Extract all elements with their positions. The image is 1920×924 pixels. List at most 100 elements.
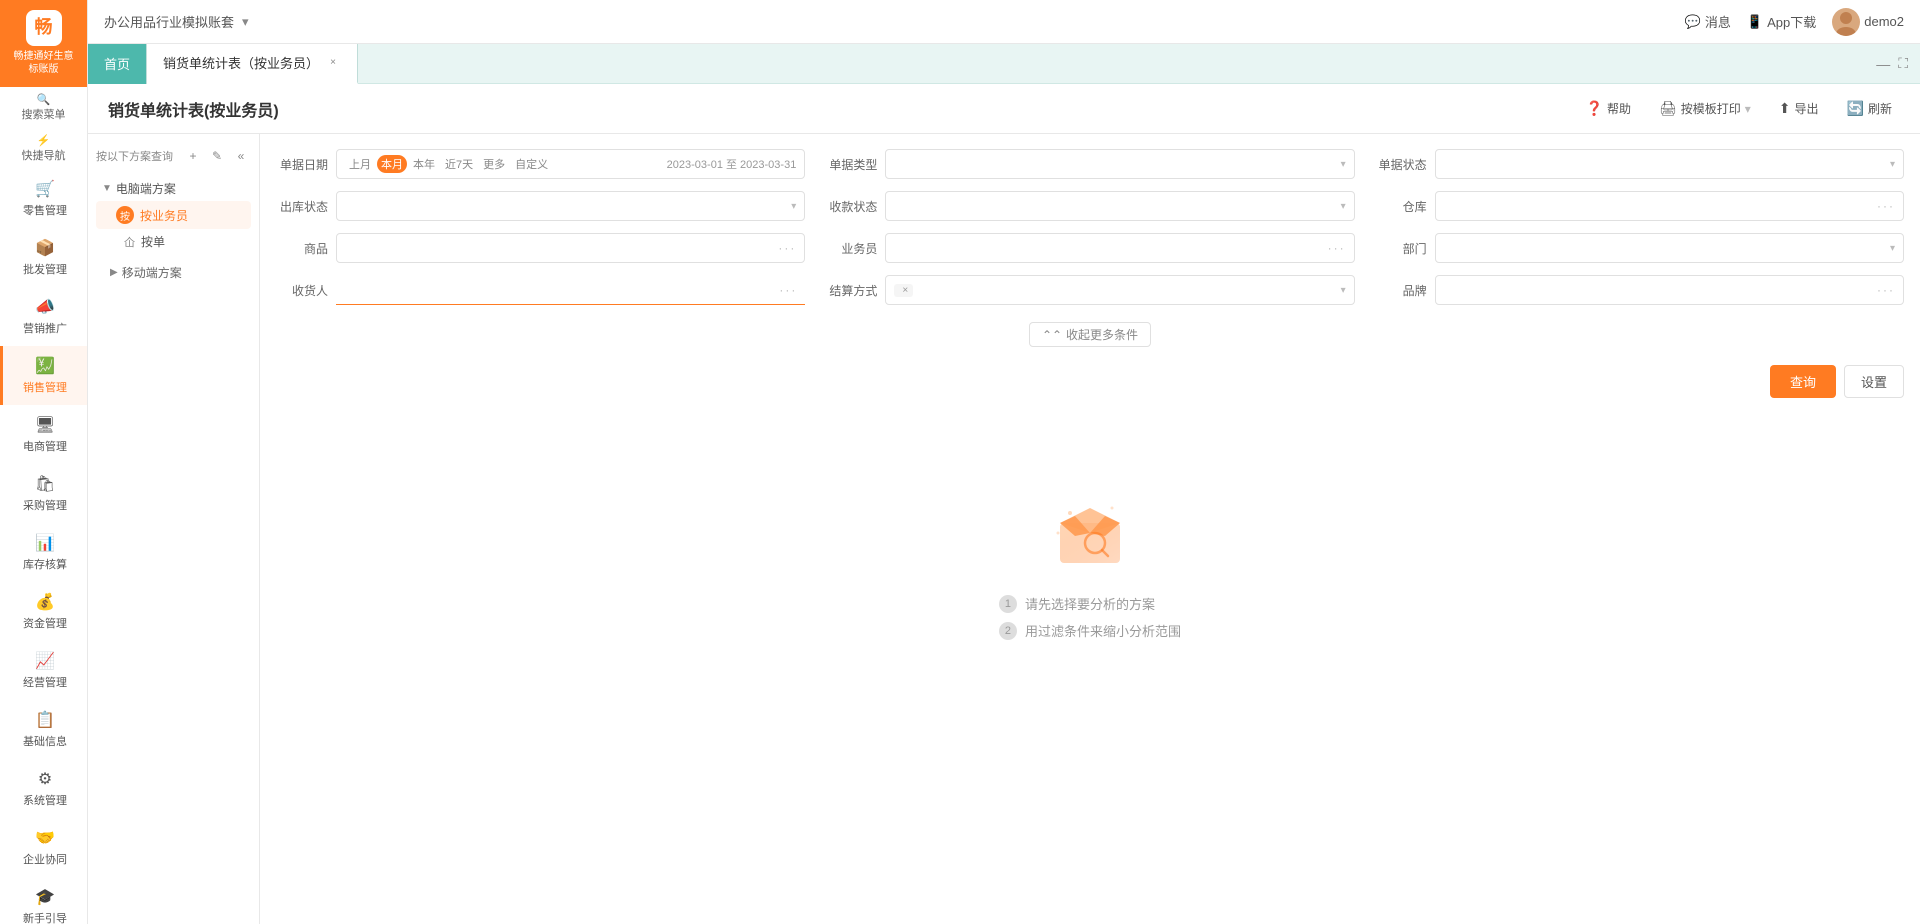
- sidebar-item-basic[interactable]: 📋 基础信息: [0, 700, 87, 759]
- newbie-icon: 🎓: [35, 887, 55, 907]
- date-range-text: 2023-03-01 至 2023-03-31: [667, 156, 797, 172]
- scheme-item-by-order[interactable]: 仚 按单: [96, 229, 251, 254]
- date-tab-thisyear[interactable]: 本年: [409, 155, 439, 173]
- filter-doc-type: 单据类型 ▾: [825, 148, 1354, 180]
- doc-type-control[interactable]: ▾: [885, 149, 1354, 179]
- tab-maximize-icon[interactable]: ⛶: [1898, 55, 1908, 72]
- user-menu[interactable]: demo2: [1832, 8, 1904, 36]
- salesperson-label: 业务员: [825, 240, 877, 257]
- filter-warehouse: 仓库 ···: [1375, 190, 1904, 222]
- sidebar-item-system[interactable]: ⚙ 系统管理: [0, 759, 87, 818]
- collapse-up-icon: ⌃⌃: [1042, 328, 1062, 342]
- purchase-label: 采购管理: [23, 497, 67, 513]
- date-tab-lastmonth[interactable]: 上月: [345, 155, 375, 173]
- settlement-x-icon[interactable]: ×: [902, 285, 908, 296]
- ecommerce-label: 电商管理: [23, 438, 67, 454]
- tab-close-icon[interactable]: ×: [325, 55, 341, 71]
- collapse-btn-label: 收起更多条件: [1066, 326, 1138, 343]
- date-tab-thismonth[interactable]: 本月: [377, 155, 407, 173]
- scheme-group-mobile-label: 移动端方案: [122, 264, 182, 281]
- settings-btn[interactable]: 设置: [1844, 365, 1904, 398]
- print-btn[interactable]: 🖨 按模板打印 ▾: [1651, 96, 1759, 121]
- sidebar-item-retail[interactable]: 🛒 零售管理: [0, 169, 87, 228]
- app-download-btn[interactable]: 📱 App下载: [1747, 12, 1816, 31]
- filter-recipient: 收货人 ···: [276, 274, 805, 306]
- settlement-control[interactable]: × ▾: [885, 275, 1354, 305]
- edit-scheme-btn[interactable]: ✎: [207, 146, 227, 166]
- date-label: 单据日期: [276, 156, 328, 173]
- topbar: 办公用品行业模拟账套 ▾ 💬 消息 📱 App下载 demo2: [88, 0, 1920, 44]
- dropdown-icon[interactable]: ▾: [242, 14, 249, 30]
- inventory-label: 库存核算: [23, 556, 67, 572]
- date-tab-custom[interactable]: 自定义: [511, 155, 552, 173]
- action-bar: 查询 设置: [276, 365, 1904, 398]
- help-btn[interactable]: ❓ 帮助: [1578, 96, 1639, 121]
- scheme-group-mobile-header[interactable]: ▶ 移动端方案: [96, 260, 251, 285]
- refresh-btn[interactable]: 🔄 刷新: [1839, 96, 1900, 121]
- topbar-left: 办公用品行业模拟账套 ▾: [104, 12, 249, 31]
- scheme-salesperson-label: 按业务员: [140, 207, 188, 224]
- settlement-chevron-icon: ▾: [1341, 285, 1346, 296]
- settlement-label: 结算方式: [825, 282, 877, 299]
- sidebar-item-quick[interactable]: ⚡ 快捷导航: [0, 128, 87, 169]
- salesperson-control[interactable]: ···: [885, 233, 1354, 263]
- company-name: 办公用品行业模拟账套: [104, 12, 234, 31]
- tab-home-label: 首页: [104, 54, 130, 73]
- scheme-group-pc-header[interactable]: ▼ 电脑端方案: [96, 176, 251, 201]
- left-panel-header: 按以下方案查询 + ✎ «: [96, 146, 251, 166]
- sidebar-item-purchase[interactable]: 🛍 采购管理: [0, 464, 87, 523]
- sidebar-item-newbie[interactable]: 🎓 新手引导: [0, 877, 87, 924]
- sidebar-item-sales[interactable]: 💹 销售管理: [0, 346, 87, 405]
- sidebar-item-marketing[interactable]: 📣 营销推广: [0, 287, 87, 346]
- out-status-control[interactable]: ▾: [336, 191, 805, 221]
- warehouse-control[interactable]: ···: [1435, 191, 1904, 221]
- tab-sales-stats-label: 销货单统计表（按业务员）: [163, 53, 319, 72]
- scheme-item-salesperson[interactable]: 按 按业务员: [96, 201, 251, 229]
- empty-tips: 1 请先选择要分析的方案 2 用过滤条件来缩小分析范围: [999, 594, 1181, 640]
- message-btn[interactable]: 💬 消息: [1685, 12, 1731, 31]
- tab-sales-stats[interactable]: 销货单统计表（按业务员） ×: [147, 44, 358, 84]
- department-control[interactable]: ▾: [1435, 233, 1904, 263]
- tab-home[interactable]: 首页: [88, 44, 147, 84]
- sidebar-item-wholesale[interactable]: 📦 批发管理: [0, 228, 87, 287]
- retail-icon: 🛒: [35, 179, 55, 199]
- filter-out-status: 出库状态 ▾: [276, 190, 805, 222]
- receive-status-control[interactable]: ▾: [885, 191, 1354, 221]
- sidebar-item-search[interactable]: 🔍 搜索菜单: [0, 87, 87, 128]
- tab-minimize-icon[interactable]: —: [1876, 56, 1890, 72]
- sidebar-item-ecommerce[interactable]: 🖥 电商管理: [0, 405, 87, 464]
- operations-label: 经营管理: [23, 674, 67, 690]
- sidebar-item-enterprise[interactable]: 🤝 企业协同: [0, 818, 87, 877]
- finance-label: 资金管理: [23, 615, 67, 631]
- collapse-panel-btn[interactable]: «: [231, 146, 251, 166]
- wholesale-label: 批发管理: [23, 261, 67, 277]
- help-icon: ❓: [1586, 100, 1603, 117]
- out-status-label: 出库状态: [276, 198, 328, 215]
- settlement-tag: ×: [894, 284, 913, 297]
- date-tab-7days[interactable]: 近7天: [441, 155, 477, 173]
- content-area: 按以下方案查询 + ✎ «: [88, 134, 1920, 924]
- retail-label: 零售管理: [23, 202, 67, 218]
- doc-status-control[interactable]: ▾: [1435, 149, 1904, 179]
- brand-control[interactable]: ···: [1435, 275, 1904, 305]
- sidebar-item-operations[interactable]: 📈 经营管理: [0, 641, 87, 700]
- sidebar-item-inventory[interactable]: 📊 库存核算: [0, 523, 87, 582]
- export-btn[interactable]: ⬆ 导出: [1771, 96, 1827, 121]
- system-label: 系统管理: [23, 792, 67, 808]
- recipient-control[interactable]: ···: [336, 275, 805, 305]
- scheme-group-pc-label: 电脑端方案: [116, 180, 176, 197]
- query-btn[interactable]: 查询: [1770, 365, 1836, 398]
- purchase-icon: 🛍: [35, 474, 55, 494]
- date-control[interactable]: 上月 本月 本年 近7天 更多 自定义 2023-03-01 至 2023-03…: [336, 149, 805, 179]
- empty-tip-2: 2 用过滤条件来缩小分析范围: [999, 621, 1181, 640]
- sales-label: 销售管理: [23, 379, 67, 395]
- page-actions: ❓ 帮助 🖨 按模板打印 ▾ ⬆ 导出 🔄 刷新: [1578, 96, 1900, 121]
- sidebar-item-finance[interactable]: 💰 资金管理: [0, 582, 87, 641]
- filter-department: 部门 ▾: [1375, 232, 1904, 264]
- add-scheme-btn[interactable]: +: [183, 146, 203, 166]
- goods-control[interactable]: ···: [336, 233, 805, 263]
- collapse-btn[interactable]: ⌃⌃ 收起更多条件: [1029, 322, 1151, 347]
- date-tab-more[interactable]: 更多: [479, 155, 509, 173]
- wholesale-icon: 📦: [35, 238, 55, 258]
- goods-dots-icon: ···: [778, 241, 796, 255]
